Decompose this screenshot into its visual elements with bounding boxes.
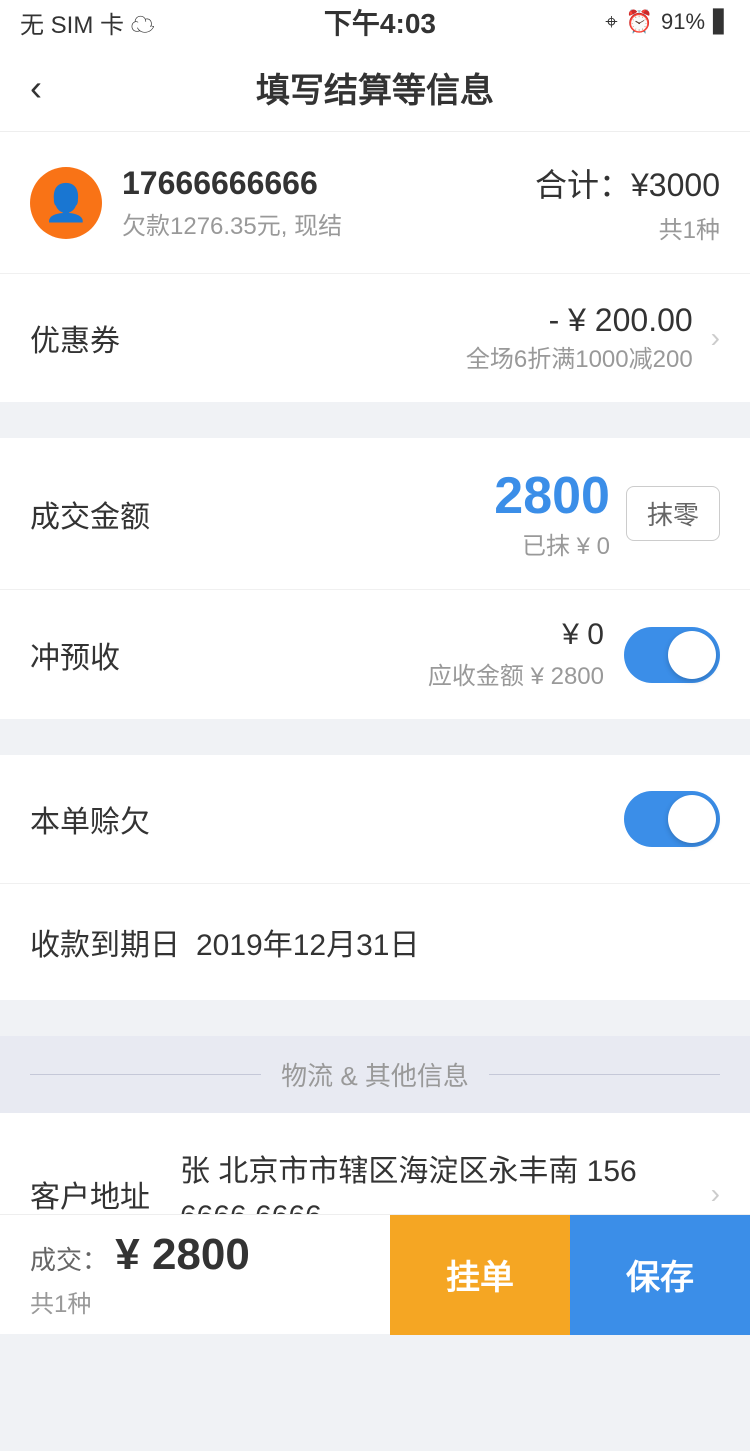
credit-row: 本单赊欠 [0, 755, 750, 883]
duedate-label: 收款到期日 [30, 920, 180, 964]
divider-text: 物流 & 其他信息 [281, 1056, 469, 1093]
back-button[interactable]: ‹ [30, 67, 90, 109]
location-icon: ⌖ [605, 9, 617, 35]
page-title: 填写结算等信息 [256, 63, 494, 112]
pending-button[interactable]: 挂单 [390, 1215, 570, 1335]
battery-level: 91% [661, 9, 705, 35]
avatar-icon: 👤 [44, 182, 89, 224]
battery-icon: ▋ [713, 9, 730, 35]
coupon-right: - ¥ 200.00 全场6折满1000减200 › [466, 302, 720, 374]
customer-left: 👤 17666666666 欠款1276.35元, 现结 [30, 165, 342, 241]
deal-amount-card: 成交金额 2800 已抹 ¥ 0 抹零 冲预收 ¥ 0 应收金额 ¥ 2800 [0, 438, 750, 719]
total-amount: 合计：¥3000 [535, 160, 720, 206]
save-button[interactable]: 保存 [570, 1215, 750, 1335]
summary-amount: ¥ 2800 [115, 1230, 250, 1279]
coupon-chevron-icon: › [711, 322, 720, 354]
prereceive-amount: ¥ 0 [428, 618, 604, 652]
bottom-bar: 成交： ¥ 2800 共1种 挂单 保存 [0, 1214, 750, 1334]
summary-count: 共1种 [30, 1284, 360, 1319]
coupon-discount: - ¥ 200.00 [466, 302, 693, 339]
nav-bar: ‹ 填写结算等信息 [0, 44, 750, 132]
divider-line-right [489, 1074, 720, 1075]
customer-card: 👤 17666666666 欠款1276.35元, 现结 合计：¥3000 共1… [0, 132, 750, 402]
deal-amount-value: 2800 [494, 466, 610, 526]
round-zero-button[interactable]: 抹零 [626, 486, 720, 541]
avatar: 👤 [30, 167, 102, 239]
customer-row: 👤 17666666666 欠款1276.35元, 现结 合计：¥3000 共1… [0, 132, 750, 273]
summary-label-text: 成交： [30, 1245, 108, 1275]
customer-right: 合计：¥3000 共1种 [535, 160, 720, 245]
status-right: ⌖ ⏰ 91% ▋ [605, 9, 730, 35]
section-divider: 物流 & 其他信息 [0, 1036, 750, 1113]
prereceive-row: 冲预收 ¥ 0 应收金额 ¥ 2800 [0, 590, 750, 719]
total-count: 共1种 [535, 210, 720, 245]
prereceive-right: ¥ 0 应收金额 ¥ 2800 [428, 618, 720, 691]
status-time: 下午4:03 [324, 2, 436, 42]
section-gap-2 [0, 735, 750, 755]
address-label: 客户地址 [30, 1172, 150, 1216]
customer-phone: 17666666666 [122, 165, 342, 202]
bottom-summary: 成交： ¥ 2800 共1种 [0, 1230, 390, 1319]
credit-toggle[interactable] [624, 791, 720, 847]
customer-sub-text: 欠款1276.35元, 现结 [122, 206, 342, 241]
prereceive-amount-wrap: ¥ 0 应收金额 ¥ 2800 [428, 618, 604, 691]
credit-card: 本单赊欠 收款到期日 2019年12月31日 [0, 755, 750, 1000]
prereceive-toggle[interactable] [624, 627, 720, 683]
credit-label: 本单赊欠 [30, 797, 150, 841]
status-bar: 无 SIM 卡 ☁ 下午4:03 ⌖ ⏰ 91% ▋ [0, 0, 750, 44]
status-left: 无 SIM 卡 ☁ [20, 5, 155, 40]
duedate-row: 收款到期日 2019年12月31日 [0, 883, 750, 1000]
summary-label: 成交： ¥ 2800 [30, 1230, 360, 1280]
alarm-icon: ⏰ [626, 9, 653, 35]
prereceive-label: 冲预收 [30, 633, 120, 677]
coupon-desc: 全场6折满1000减200 [466, 339, 693, 374]
deal-amount-value-wrap: 2800 已抹 ¥ 0 抹零 [494, 466, 720, 561]
section-gap-1 [0, 418, 750, 438]
deal-amount-label: 成交金额 [30, 492, 150, 536]
divider-line-left [30, 1074, 261, 1075]
deal-amount-row: 成交金额 2800 已抹 ¥ 0 抹零 [0, 438, 750, 590]
already-rounded-text: 已抹 ¥ 0 [494, 526, 610, 561]
coupon-row[interactable]: 优惠券 - ¥ 200.00 全场6折满1000减200 › [0, 273, 750, 402]
prereceive-sub-text: 应收金额 ¥ 2800 [428, 656, 604, 691]
duedate-value: 2019年12月31日 [196, 920, 419, 964]
address-chevron-icon: › [711, 1178, 720, 1210]
section-gap-3 [0, 1016, 750, 1036]
customer-info: 17666666666 欠款1276.35元, 现结 [122, 165, 342, 241]
sim-status: 无 SIM 卡 ☁ [20, 5, 155, 40]
coupon-label: 优惠券 [30, 316, 120, 360]
